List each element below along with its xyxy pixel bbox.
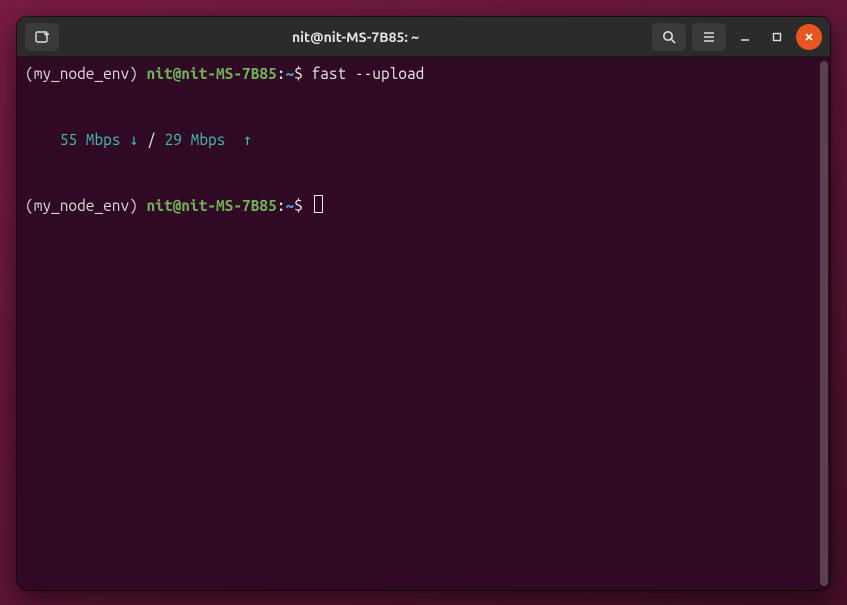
venv-suffix: ) bbox=[129, 65, 146, 82]
titlebar-right-controls bbox=[652, 23, 822, 51]
upload-value: 29 bbox=[165, 131, 182, 148]
download-value: 55 bbox=[60, 131, 77, 148]
close-button[interactable] bbox=[796, 24, 822, 50]
download-unit: Mbps bbox=[77, 131, 129, 148]
titlebar-left-controls bbox=[25, 23, 59, 51]
terminal-window: nit@nit-MS-7B85: ~ bbox=[17, 17, 830, 590]
window-titlebar: nit@nit-MS-7B85: ~ bbox=[17, 17, 830, 57]
prompt-symbol: $ bbox=[294, 197, 311, 214]
new-tab-icon bbox=[34, 29, 50, 45]
prompt-path: ~ bbox=[285, 197, 294, 214]
indent bbox=[25, 131, 60, 148]
maximize-button[interactable] bbox=[764, 24, 790, 50]
command-text: fast --upload bbox=[312, 65, 425, 82]
maximize-icon bbox=[771, 31, 783, 43]
minimize-button[interactable] bbox=[732, 24, 758, 50]
hamburger-menu-icon bbox=[701, 29, 717, 45]
new-tab-button[interactable] bbox=[25, 23, 59, 51]
venv-suffix: ) bbox=[129, 197, 146, 214]
venv-name: my_node_env bbox=[34, 65, 129, 82]
desktop-background: nit@nit-MS-7B85: ~ bbox=[0, 0, 847, 605]
search-button[interactable] bbox=[652, 23, 686, 51]
download-arrow-icon: ↓ bbox=[129, 131, 138, 148]
close-icon bbox=[803, 31, 815, 43]
minimize-icon bbox=[739, 31, 751, 43]
search-icon bbox=[661, 29, 677, 45]
speed-output-line: 55 Mbps ↓ / 29 Mbps ↑ bbox=[25, 129, 826, 151]
prompt-user-host: nit@nit-MS-7B85 bbox=[147, 65, 277, 82]
scrollbar-track[interactable] bbox=[818, 61, 828, 586]
terminal-body[interactable]: (my_node_env) nit@nit-MS-7B85:~$ fast --… bbox=[17, 57, 830, 590]
scrollbar-thumb[interactable] bbox=[820, 61, 828, 586]
venv-name: my_node_env bbox=[34, 197, 129, 214]
window-title: nit@nit-MS-7B85: ~ bbox=[59, 29, 652, 45]
prompt-path: ~ bbox=[285, 65, 294, 82]
cursor bbox=[314, 195, 323, 213]
blank-line bbox=[25, 107, 826, 129]
venv-prefix: ( bbox=[25, 65, 34, 82]
blank-line bbox=[25, 151, 826, 173]
speed-separator: / bbox=[139, 131, 165, 148]
venv-prefix: ( bbox=[25, 197, 34, 214]
hamburger-menu-button[interactable] bbox=[692, 23, 726, 51]
upload-arrow-icon: ↑ bbox=[243, 131, 252, 148]
terminal-line: (my_node_env) nit@nit-MS-7B85:~$ bbox=[25, 195, 826, 217]
blank-line bbox=[25, 173, 826, 195]
blank-line bbox=[25, 85, 826, 107]
prompt-symbol: $ bbox=[294, 65, 311, 82]
prompt-user-host: nit@nit-MS-7B85 bbox=[147, 197, 277, 214]
upload-unit: Mbps bbox=[182, 131, 243, 148]
terminal-line: (my_node_env) nit@nit-MS-7B85:~$ fast --… bbox=[25, 63, 826, 85]
